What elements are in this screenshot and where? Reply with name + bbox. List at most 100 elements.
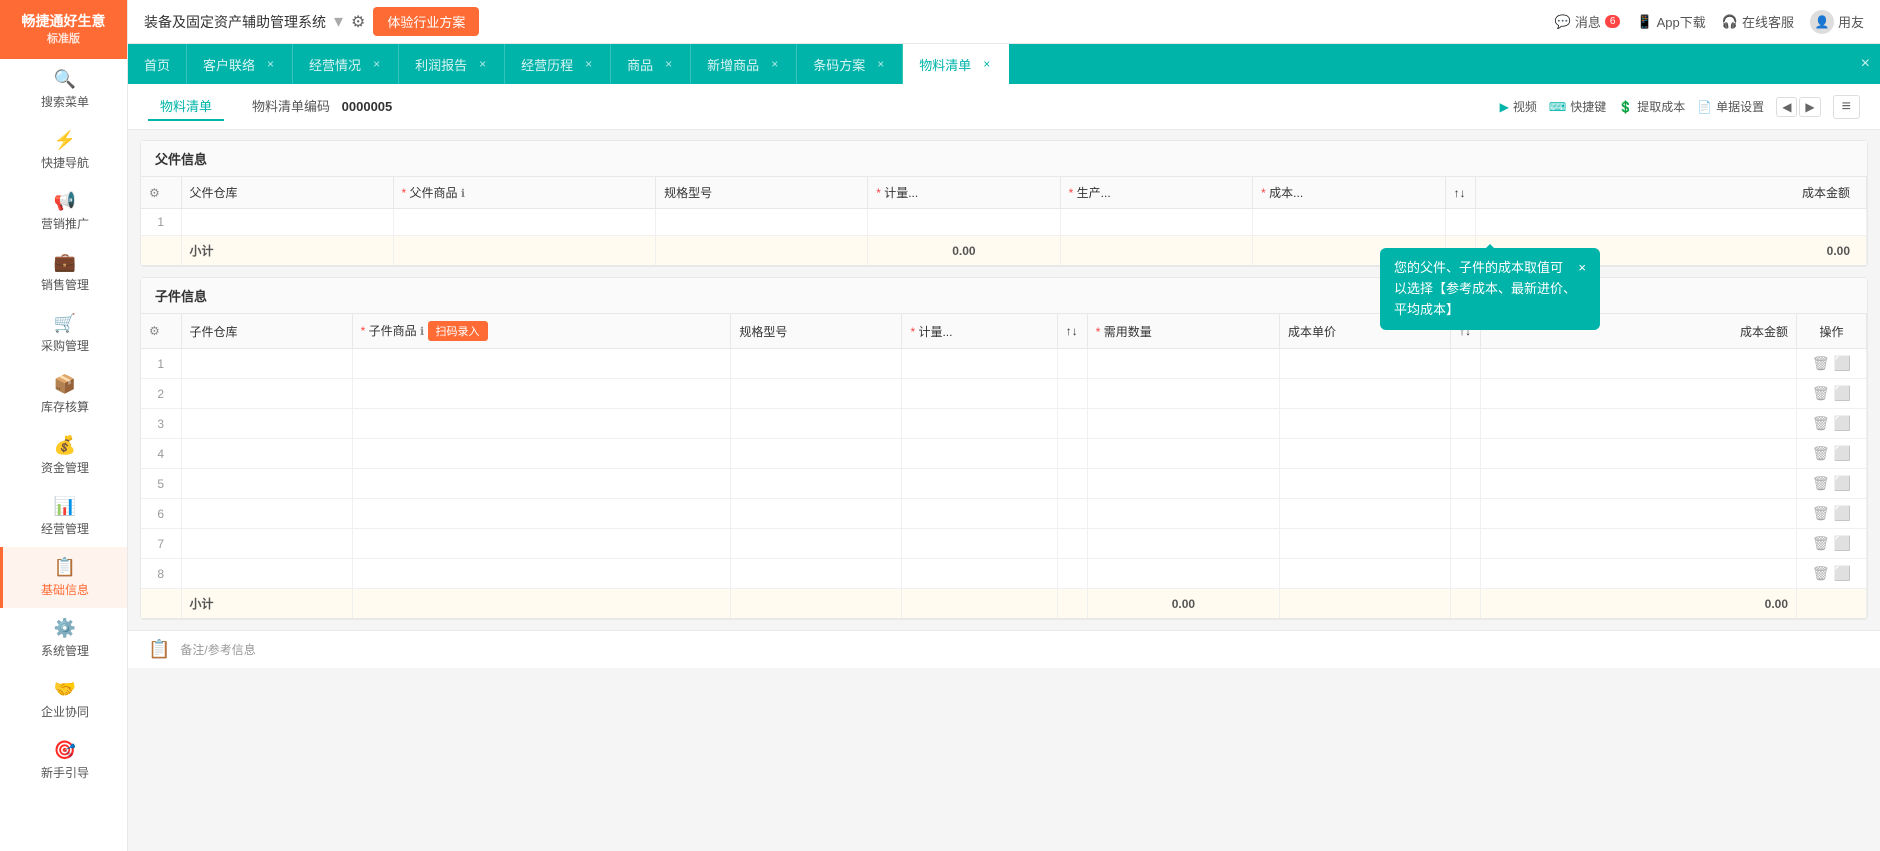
copy-row-3-icon[interactable]: ⬜ [1834, 415, 1851, 432]
parent-production-1[interactable] [1060, 209, 1252, 236]
child-goods-6[interactable] [352, 499, 731, 529]
tab-goods[interactable]: 商品 × [611, 44, 691, 84]
child-spec-7[interactable] [731, 529, 902, 559]
prev-arrow-button[interactable]: ◀ [1776, 97, 1797, 117]
child-sort-6[interactable] [1057, 499, 1087, 529]
child-required-qty-6[interactable] [1087, 499, 1279, 529]
shortcut-button[interactable]: ⌨ 快捷键 [1549, 98, 1606, 115]
extract-cost-button[interactable]: 💲 提取成本 [1618, 98, 1685, 115]
child-goods-7[interactable] [352, 529, 731, 559]
child-spec-3[interactable] [731, 409, 902, 439]
child-warehouse-1[interactable] [181, 349, 352, 379]
parent-col-settings[interactable]: ⚙ [141, 177, 181, 209]
child-warehouse-8[interactable] [181, 559, 352, 589]
child-goods-5[interactable] [352, 469, 731, 499]
close-bom-tab-icon[interactable]: × [981, 55, 992, 73]
child-sort2-3[interactable] [1451, 409, 1481, 439]
child-unit-7[interactable] [902, 529, 1057, 559]
child-sort2-6[interactable] [1451, 499, 1481, 529]
tab-barcode[interactable]: 条码方案 × [797, 44, 903, 84]
copy-row-4-icon[interactable]: ⬜ [1834, 445, 1851, 462]
child-spec-5[interactable] [731, 469, 902, 499]
delete-row-7-icon[interactable]: 🗑 [1812, 535, 1830, 552]
parent-sort-1[interactable] [1445, 209, 1475, 236]
child-sort-4[interactable] [1057, 439, 1087, 469]
app-download-item[interactable]: 📱 App下载 [1636, 12, 1705, 31]
copy-row-2-icon[interactable]: ⬜ [1834, 385, 1851, 402]
close-history-tab-icon[interactable]: × [583, 55, 594, 73]
child-warehouse-5[interactable] [181, 469, 352, 499]
child-unit-4[interactable] [902, 439, 1057, 469]
delete-row-6-icon[interactable]: 🗑 [1812, 505, 1830, 522]
child-unit-6[interactable] [902, 499, 1057, 529]
child-required-qty-5[interactable] [1087, 469, 1279, 499]
tab-profit[interactable]: 利润报告 × [399, 44, 505, 84]
child-goods-3[interactable] [352, 409, 731, 439]
child-sort-7[interactable] [1057, 529, 1087, 559]
tab-operations[interactable]: 经营情况 × [293, 44, 399, 84]
sidebar-item-marketing[interactable]: 📢 营销推广 [0, 181, 127, 242]
delete-row-3-icon[interactable]: 🗑 [1812, 415, 1830, 432]
child-cost-unit-3[interactable] [1279, 409, 1450, 439]
child-goods-8[interactable] [352, 559, 731, 589]
child-cost-unit-5[interactable] [1279, 469, 1450, 499]
sidebar-item-quick-nav[interactable]: ⚡ 快捷导航 [0, 120, 127, 181]
online-service-item[interactable]: 🎧 在线客服 [1722, 12, 1794, 31]
child-cost-unit-2[interactable] [1279, 379, 1450, 409]
close-barcode-tab-icon[interactable]: × [875, 55, 886, 73]
child-goods-1[interactable] [352, 349, 731, 379]
child-sort-5[interactable] [1057, 469, 1087, 499]
copy-row-5-icon[interactable]: ⬜ [1834, 475, 1851, 492]
tab-customer[interactable]: 客户联络 × [187, 44, 293, 84]
video-button[interactable]: ▶ 视频 [1500, 98, 1537, 115]
child-sort2-4[interactable] [1451, 439, 1481, 469]
close-customer-tab-icon[interactable]: × [265, 55, 276, 73]
child-required-qty-1[interactable] [1087, 349, 1279, 379]
single-setting-button[interactable]: 📄 单据设置 [1697, 98, 1764, 115]
child-goods-4[interactable] [352, 439, 731, 469]
child-warehouse-4[interactable] [181, 439, 352, 469]
child-col-settings[interactable]: ⚙ [141, 314, 181, 349]
sidebar-item-search[interactable]: 🔍 搜索菜单 [0, 59, 127, 120]
child-unit-2[interactable] [902, 379, 1057, 409]
tab-new-goods[interactable]: 新增商品 × [691, 44, 797, 84]
tab-home[interactable]: 首页 [128, 44, 187, 84]
child-cost-unit-1[interactable] [1279, 349, 1450, 379]
trial-button[interactable]: 体验行业方案 [373, 7, 479, 36]
sidebar-item-inventory[interactable]: 📦 库存核算 [0, 364, 127, 425]
child-warehouse-3[interactable] [181, 409, 352, 439]
child-spec-8[interactable] [731, 559, 902, 589]
close-new-goods-tab-icon[interactable]: × [769, 55, 780, 73]
child-sort2-2[interactable] [1451, 379, 1481, 409]
child-cost-unit-8[interactable] [1279, 559, 1450, 589]
parent-unit-1[interactable] [868, 209, 1060, 236]
close-goods-tab-icon[interactable]: × [663, 55, 674, 73]
delete-row-5-icon[interactable]: 🗑 [1812, 475, 1830, 492]
settings-icon[interactable]: ⚙ [351, 12, 365, 32]
child-sort-3[interactable] [1057, 409, 1087, 439]
user-item[interactable]: 👤 用友 [1810, 10, 1864, 34]
close-profit-tab-icon[interactable]: × [477, 55, 488, 73]
sidebar-item-basic-info[interactable]: 📋 基础信息 [0, 547, 127, 608]
scan-button[interactable]: 扫码录入 [428, 321, 488, 341]
child-required-qty-8[interactable] [1087, 559, 1279, 589]
close-operations-tab-icon[interactable]: × [371, 55, 382, 73]
delete-row-4-icon[interactable]: 🗑 [1812, 445, 1830, 462]
child-unit-5[interactable] [902, 469, 1057, 499]
child-sort2-7[interactable] [1451, 529, 1481, 559]
copy-row-7-icon[interactable]: ⬜ [1834, 535, 1851, 552]
delete-row-1-icon[interactable]: 🗑 [1812, 355, 1830, 372]
child-unit-3[interactable] [902, 409, 1057, 439]
tab-bom[interactable]: 物料清单 × [903, 44, 1009, 84]
child-spec-4[interactable] [731, 439, 902, 469]
child-sort-2[interactable] [1057, 379, 1087, 409]
sidebar-item-guide[interactable]: 🎯 新手引导 [0, 730, 127, 791]
delete-row-8-icon[interactable]: 🗑 [1812, 565, 1830, 582]
dropdown-arrow-icon[interactable]: ▾ [334, 11, 343, 32]
message-item[interactable]: 💬 消息 6 [1555, 12, 1621, 31]
sidebar-item-sales[interactable]: 💼 销售管理 [0, 242, 127, 303]
child-sort-1[interactable] [1057, 349, 1087, 379]
child-required-qty-2[interactable] [1087, 379, 1279, 409]
child-warehouse-6[interactable] [181, 499, 352, 529]
child-warehouse-2[interactable] [181, 379, 352, 409]
